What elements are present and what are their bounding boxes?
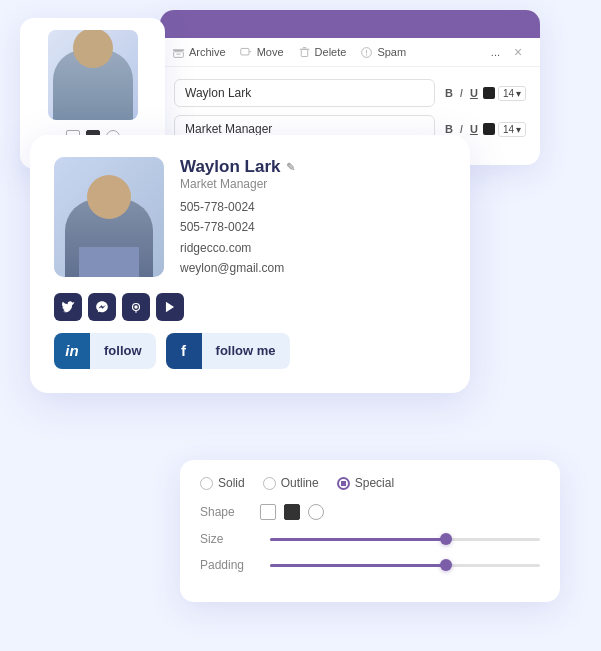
more-button[interactable]: ... [491,46,500,58]
shape-label: Shape [200,505,260,519]
padding-slider[interactable] [270,564,540,567]
svg-rect-4 [301,49,308,56]
special-radio-circle [337,477,350,490]
social-icons-row [54,293,446,321]
trash-icon [298,46,311,59]
italic-button[interactable]: I [458,86,465,100]
size-slider-thumb[interactable] [440,533,452,545]
messenger-icon [95,300,109,314]
shape-settings-row: Shape [200,504,540,520]
settings-circle-option[interactable] [308,504,324,520]
settings-filled-square-option[interactable] [284,504,300,520]
italic-button-2[interactable]: I [458,122,465,136]
podcast-icon-button[interactable] [122,293,150,321]
editor-header-bar [160,10,540,38]
signature-name: Waylon Lark ✎ [180,157,446,177]
padding-settings-row: Padding [200,558,540,572]
outline-radio[interactable]: Outline [263,476,319,490]
svg-rect-0 [173,49,184,51]
play-icon-button[interactable] [156,293,184,321]
svg-point-9 [366,54,367,55]
name-format-bar: B I U 14 ▾ [443,86,526,101]
avatar-preview [48,30,138,120]
underline-button[interactable]: U [468,86,480,100]
linkedin-platform-icon: in [54,333,90,369]
signature-info: Waylon Lark ✎ Market Manager 505-778-002… [180,157,446,279]
style-radio-group: Solid Outline Special [200,476,540,490]
special-radio[interactable]: Special [337,476,394,490]
settings-card: Solid Outline Special Shape Size Padding [180,460,560,602]
move-icon [240,46,253,59]
email: weylon@gmail.com [180,258,446,278]
linkedin-cta-label: follow [90,333,156,369]
spam-icon [360,46,373,59]
svg-point-10 [134,305,138,309]
signature-details: 505-778-0024 505-778-0024 ridgecco.com w… [180,197,446,279]
signature-avatar [54,157,164,277]
bold-button-2[interactable]: B [443,122,455,136]
signature-inner: Waylon Lark ✎ Market Manager 505-778-002… [54,157,446,279]
phone-1: 505-778-0024 [180,197,446,217]
svg-rect-3 [241,48,249,55]
play-icon [163,300,177,314]
name-field-row: B I U 14 ▾ [174,79,526,107]
padding-label: Padding [200,558,260,572]
podcast-icon [129,300,143,314]
shape-selectors [260,504,324,520]
facebook-platform-icon: f [166,333,202,369]
linkedin-cta-button[interactable]: in follow [54,333,156,369]
signature-title: Market Manager [180,177,446,191]
settings-square-option[interactable] [260,504,276,520]
underline-button-2[interactable]: U [468,122,480,136]
size-slider-fill [270,538,446,541]
font-size-selector[interactable]: 14 ▾ [498,86,526,101]
size-label: Size [200,532,260,546]
size-settings-row: Size [200,532,540,546]
outline-radio-circle [263,477,276,490]
signature-card: Waylon Lark ✎ Market Manager 505-778-002… [30,135,470,393]
archive-button[interactable]: Archive [172,46,226,59]
svg-marker-13 [166,301,174,312]
solid-radio-circle [200,477,213,490]
facebook-cta-label: follow me [202,333,290,369]
twitter-icon [61,300,75,314]
move-button[interactable]: Move [240,46,284,59]
facebook-cta-button[interactable]: f follow me [166,333,290,369]
messenger-icon-button[interactable] [88,293,116,321]
spam-button[interactable]: Spam [360,46,406,59]
archive-icon [172,46,185,59]
edit-name-icon[interactable]: ✎ [286,161,295,174]
twitter-icon-button[interactable] [54,293,82,321]
phone-2: 505-778-0024 [180,217,446,237]
padding-slider-thumb[interactable] [440,559,452,571]
name-input[interactable] [174,79,435,107]
close-button[interactable]: × [514,45,528,59]
size-slider[interactable] [270,538,540,541]
delete-button[interactable]: Delete [298,46,347,59]
bold-button[interactable]: B [443,86,455,100]
website: ridgecco.com [180,238,446,258]
solid-radio[interactable]: Solid [200,476,245,490]
color-picker[interactable] [483,87,495,99]
title-format-bar: B I U 14 ▾ [443,122,526,137]
color-picker-2[interactable] [483,123,495,135]
editor-toolbar: Archive Move Delete Spam [160,38,540,67]
font-size-selector-2[interactable]: 14 ▾ [498,122,526,137]
padding-slider-fill [270,564,446,567]
cta-buttons-row: in follow f follow me [54,333,446,369]
